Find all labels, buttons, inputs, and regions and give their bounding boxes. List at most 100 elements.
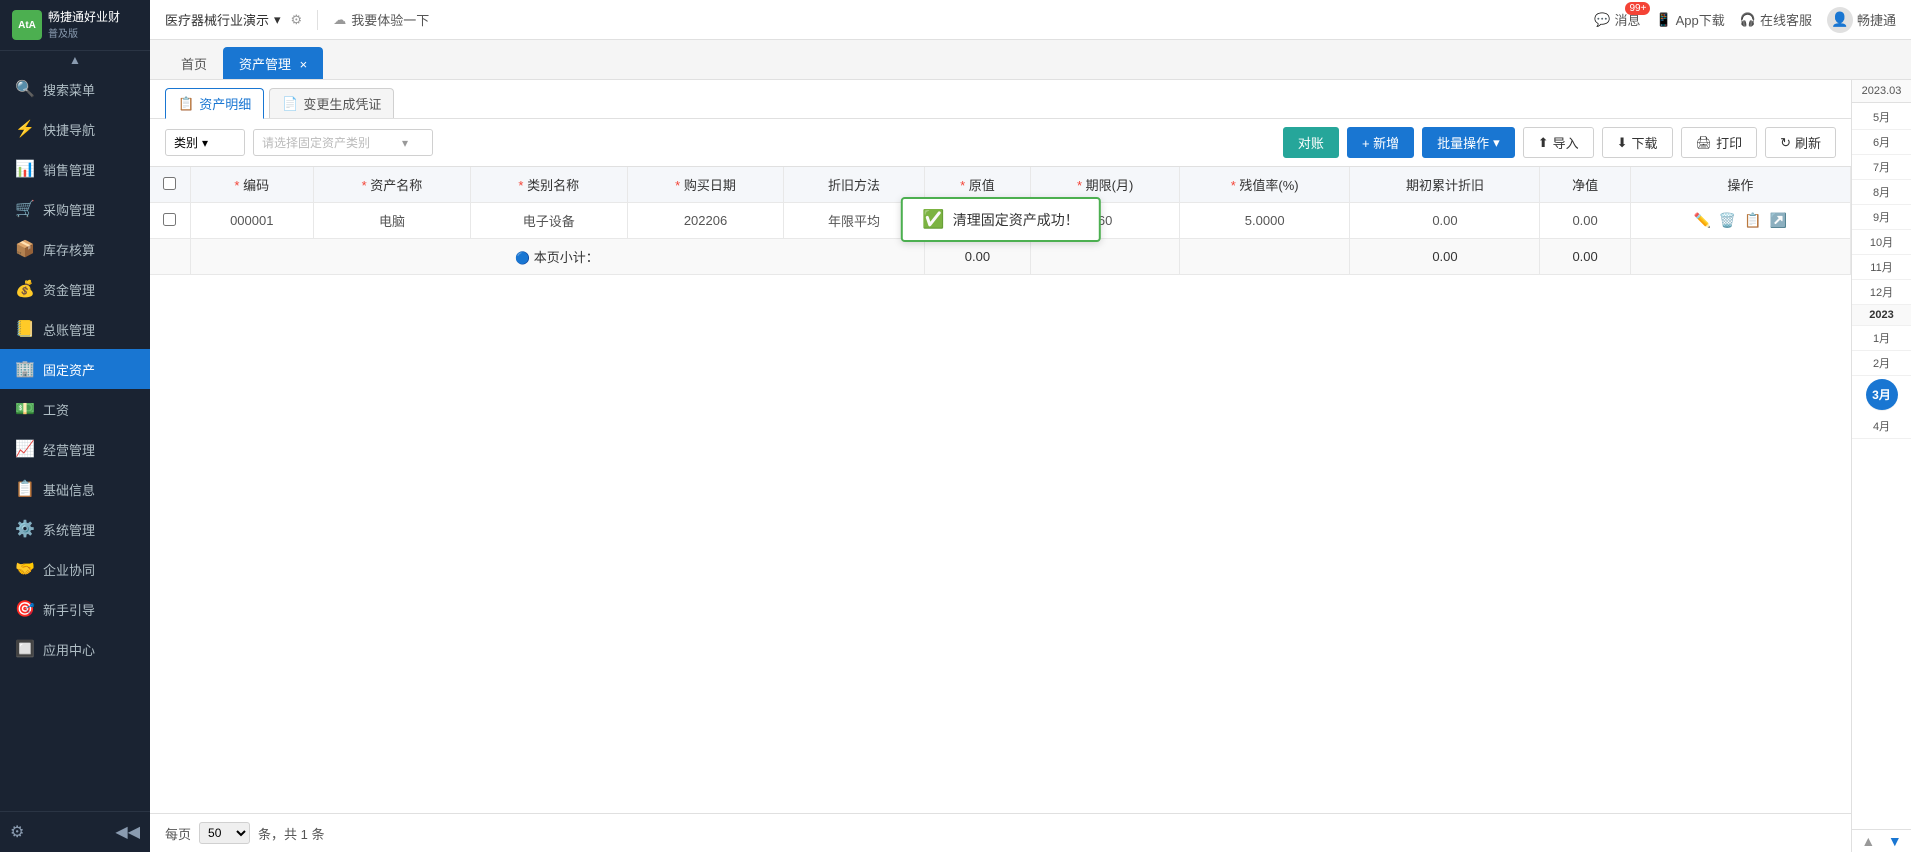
sidebar-item-system[interactable]: ⚙️ 系统管理 (0, 509, 150, 549)
business-icon: 📈 (15, 439, 35, 459)
sub-tab-voucher-icon: 📄 (282, 96, 298, 112)
tab-asset-management[interactable]: 资产管理 × (223, 47, 323, 79)
timeline-month-3-wrapper: 3月 (1852, 376, 1911, 414)
timeline-month-12[interactable]: 12月 (1852, 280, 1911, 305)
edit-icon[interactable]: ✏️ (1693, 212, 1710, 229)
sidebar-item-sales[interactable]: 📊 销售管理 (0, 149, 150, 189)
username: 畅捷通 (1857, 10, 1896, 29)
tab-home[interactable]: 首页 (165, 47, 223, 79)
sales-icon: 📊 (15, 159, 35, 179)
company-dropdown-icon: ▾ (274, 12, 281, 28)
collapse-icon[interactable]: ◀◀ (115, 822, 140, 842)
sidebar-item-ledger[interactable]: 📒 总账管理 (0, 309, 150, 349)
asset-table-container: ✅ 清理固定资产成功！ * 编码 * 资产名称 * 类别名称 * 购买日期 (150, 167, 1851, 813)
select-all-checkbox[interactable] (163, 177, 176, 190)
action-icons: ✏️ 🗑️ 📋 ↗️ (1641, 212, 1840, 229)
sidebar: AtA 畅捷通好业财 普及版 ▲ 🔍 搜索菜单 ⚡ 快捷导航 📊 销售管理 🛒 … (0, 0, 150, 852)
sidebar-item-quicknav[interactable]: ⚡ 快捷导航 (0, 109, 150, 149)
header-purchase-date: * 购买日期 (627, 167, 784, 203)
user-button[interactable]: 👤 畅捷通 (1827, 7, 1896, 33)
timeline-month-6[interactable]: 6月 (1852, 130, 1911, 155)
timeline-month-1[interactable]: 1月 (1852, 326, 1911, 351)
timeline-body: 5月 6月 7月 8月 9月 10月 11月 12月 2023 1月 2月 3月… (1852, 103, 1911, 829)
delete-icon[interactable]: 🗑️ (1719, 212, 1736, 229)
sidebar-scroll-up[interactable]: ▲ (0, 51, 150, 69)
category-placeholder: 请选择固定资产类别 (262, 134, 370, 151)
message-button[interactable]: 💬 消息 99+ (1594, 10, 1640, 29)
timeline-panel: ◀ 2023.03 5月 6月 7月 8月 9月 10月 11月 12月 202… (1851, 80, 1911, 852)
copy-icon[interactable]: 📋 (1744, 212, 1761, 229)
sidebar-item-label: 工资 (43, 400, 69, 419)
batch-button[interactable]: 批量操作 ▾ (1422, 127, 1515, 158)
header-initial-accumulated: 期初累计折旧 (1350, 167, 1540, 203)
subtotal-original: 0.00 (924, 239, 1031, 275)
refresh-button[interactable]: ↻ 刷新 (1765, 127, 1836, 158)
timeline-month-3[interactable]: 3月 (1866, 379, 1898, 411)
sidebar-logo[interactable]: AtA 畅捷通好业财 普及版 (0, 0, 150, 51)
sidebar-item-funds[interactable]: 💰 资金管理 (0, 269, 150, 309)
sidebar-item-label: 总账管理 (43, 320, 95, 339)
timeline-up-btn[interactable]: ▲ (1861, 833, 1875, 849)
sidebar-item-label: 应用中心 (43, 640, 95, 659)
timeline-month-10[interactable]: 10月 (1852, 230, 1911, 255)
experience-button[interactable]: ☁ 我要体验一下 (333, 10, 429, 29)
main-panel: 📋 资产明细 📄 变更生成凭证 类别 ▾ 请选择固定资产类别 (150, 80, 1851, 852)
reconcile-button[interactable]: 对账 (1283, 127, 1339, 158)
timeline-month-4[interactable]: 4月 (1852, 414, 1911, 439)
filter-row: 类别 ▾ 请选择固定资产类别 ▾ (165, 129, 1275, 156)
timeline-down-btn[interactable]: ▼ (1888, 833, 1902, 849)
timeline-month-9[interactable]: 9月 (1852, 205, 1911, 230)
sidebar-item-collab[interactable]: 🤝 企业协同 (0, 549, 150, 589)
refresh-icon: ↻ (1780, 135, 1791, 151)
sub-tab-voucher[interactable]: 📄 变更生成凭证 (269, 88, 394, 118)
import-button[interactable]: ⬆ 导入 (1523, 127, 1594, 158)
sidebar-item-label: 快捷导航 (43, 120, 95, 139)
sub-tab-asset-detail[interactable]: 📋 资产明细 (165, 88, 264, 119)
row-name: 电脑 (314, 203, 471, 239)
sidebar-item-search[interactable]: 🔍 搜索菜单 (0, 69, 150, 109)
timeline-month-8[interactable]: 8月 (1852, 180, 1911, 205)
timeline-year-2023[interactable]: 2023 (1852, 305, 1911, 326)
settings-icon[interactable]: ⚙ (10, 822, 24, 842)
header-net-value: 净值 (1540, 167, 1630, 203)
collab-icon: 🤝 (15, 559, 35, 579)
timeline-toggle[interactable]: ◀ (1851, 80, 1852, 120)
service-icon: 🎧 (1740, 12, 1756, 28)
more-icon[interactable]: ↗️ (1770, 212, 1787, 229)
sidebar-item-guide[interactable]: 🎯 新手引导 (0, 589, 150, 629)
download-button[interactable]: ⬇ 下载 (1602, 127, 1673, 158)
per-page-select[interactable]: 50 10 20 100 (199, 822, 250, 844)
sidebar-item-fixed-assets[interactable]: 🏢 固定资产 (0, 349, 150, 389)
tab-close-icon[interactable]: × (300, 57, 308, 72)
new-button[interactable]: + 新增 (1347, 127, 1414, 158)
sidebar-item-purchase[interactable]: 🛒 采购管理 (0, 189, 150, 229)
per-page-label: 每页 (165, 824, 191, 843)
toolbar: 类别 ▾ 请选择固定资产类别 ▾ 对账 + 新增 (150, 119, 1851, 167)
category-select[interactable]: 类别 ▾ (165, 129, 245, 156)
sidebar-item-payroll[interactable]: 💵 工资 (0, 389, 150, 429)
sidebar-item-app-center[interactable]: 🔲 应用中心 (0, 629, 150, 669)
subtotal-empty-period (1031, 239, 1179, 275)
sub-tabs: 📋 资产明细 📄 变更生成凭证 (150, 80, 1851, 119)
sidebar-item-basic-info[interactable]: 📋 基础信息 (0, 469, 150, 509)
import-label: 导入 (1553, 133, 1579, 152)
row-category: 电子设备 (470, 203, 627, 239)
online-service-button[interactable]: 🎧 在线客服 (1740, 10, 1812, 29)
fixed-assets-icon: 🏢 (15, 359, 35, 379)
print-button[interactable]: 🖨 打印 (1681, 127, 1758, 158)
timeline-month-11[interactable]: 11月 (1852, 255, 1911, 280)
sidebar-item-inventory[interactable]: 📦 库存核算 (0, 229, 150, 269)
row-purchase-date: 202206 (627, 203, 784, 239)
timeline-month-2[interactable]: 2月 (1852, 351, 1911, 376)
sub-tab-voucher-label: 变更生成凭证 (303, 94, 381, 113)
category-input[interactable]: 请选择固定资产类别 ▾ (253, 129, 433, 156)
app-download-button[interactable]: 📱 App下载 (1655, 10, 1724, 29)
timeline-month-5[interactable]: 5月 (1852, 105, 1911, 130)
app-download-label: App下载 (1676, 10, 1725, 29)
company-selector[interactable]: 医疗器械行业演示 ▾ (165, 10, 281, 29)
row-checkbox[interactable] (163, 213, 176, 226)
main-area: 医疗器械行业演示 ▾ ⚙ ☁ 我要体验一下 💬 消息 99+ 📱 App下载 🎧… (150, 0, 1911, 852)
settings-gear-icon[interactable]: ⚙ (291, 12, 303, 28)
timeline-month-7[interactable]: 7月 (1852, 155, 1911, 180)
sidebar-item-business[interactable]: 📈 经营管理 (0, 429, 150, 469)
